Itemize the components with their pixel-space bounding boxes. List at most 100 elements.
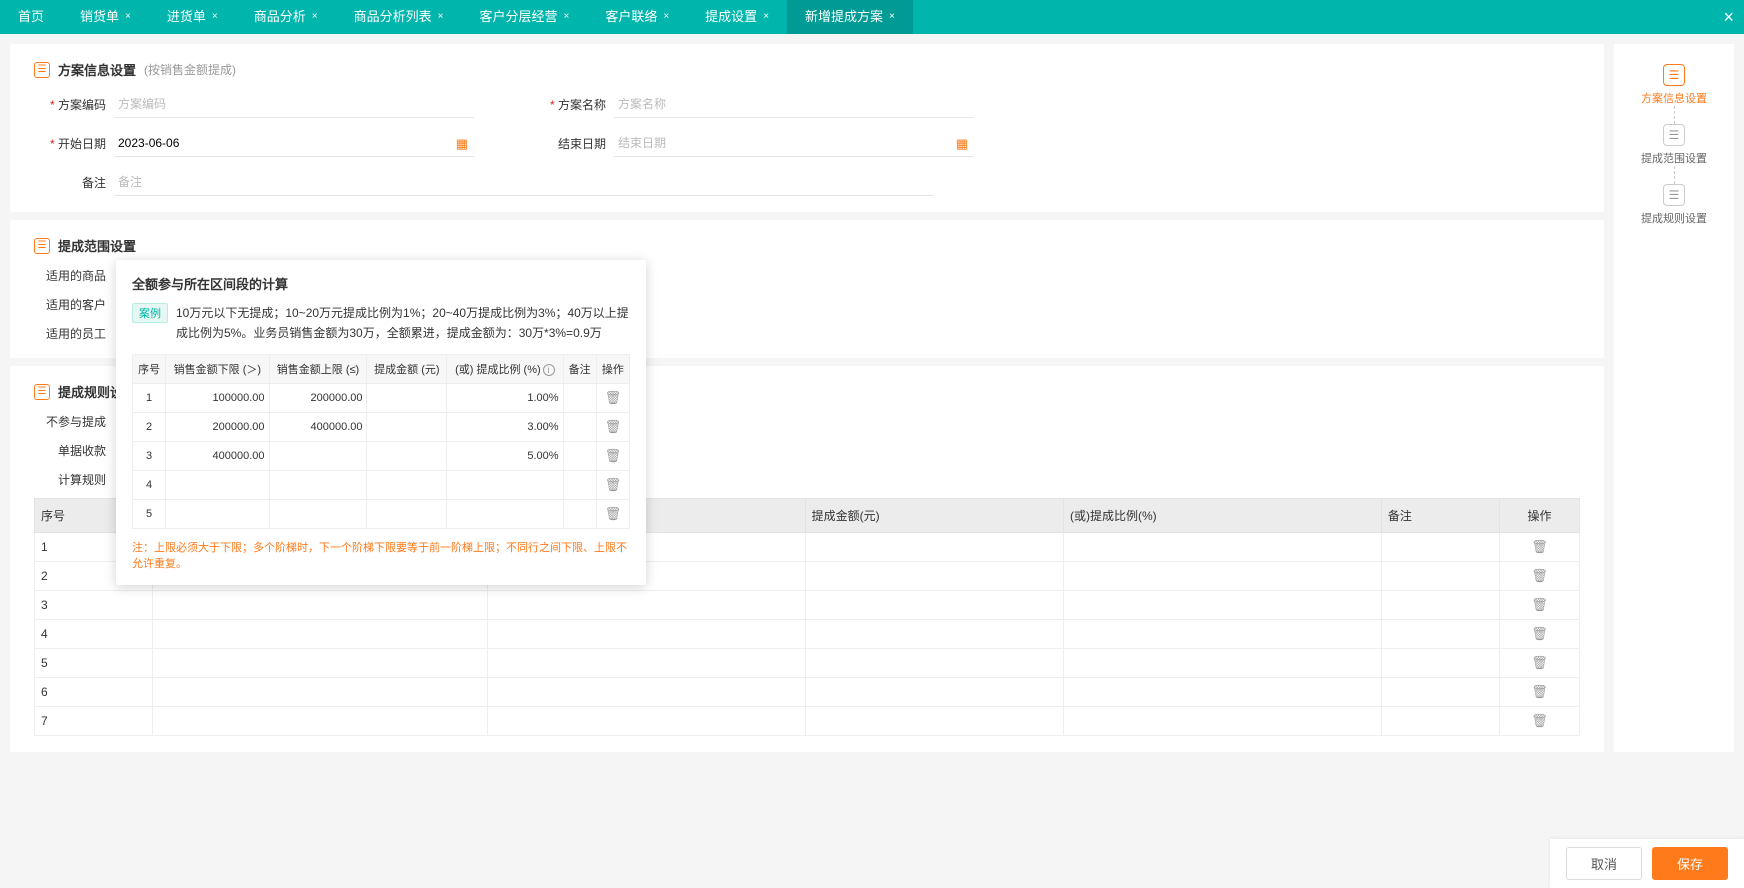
label-remark: 备注 xyxy=(34,174,114,191)
label-scope-customer: 适用的客户 xyxy=(34,296,114,313)
table-row[interactable]: 7🗑 xyxy=(35,707,1580,736)
tab-close-icon[interactable]: × xyxy=(763,0,769,34)
tab-5[interactable]: 客户分层经营× xyxy=(461,0,587,34)
label-rule-single: 单据收款 xyxy=(34,442,114,459)
anchor-label: 提成范围设置 xyxy=(1641,150,1707,166)
tab-7[interactable]: 提成设置× xyxy=(687,0,787,34)
calendar-icon[interactable]: ▦ xyxy=(956,136,968,152)
delete-icon[interactable]: 🗑 xyxy=(1531,713,1548,728)
label-start-date: 开始日期 xyxy=(34,135,114,152)
tab-6[interactable]: 客户联络× xyxy=(587,0,687,34)
close-all-tabs-icon[interactable]: × xyxy=(1723,7,1734,28)
tab-0[interactable]: 首页 xyxy=(0,0,62,34)
anchor-node-2[interactable]: ☰ 提成规则设置 xyxy=(1641,184,1707,226)
anchor-label: 方案信息设置 xyxy=(1641,90,1707,106)
anchor-node-1[interactable]: ☰ 提成范围设置 xyxy=(1641,124,1707,166)
tab-2[interactable]: 进货单× xyxy=(149,0,236,34)
tt-header: 销售金额上限 (≤) xyxy=(269,354,367,383)
panel-title-icon: ☰ xyxy=(34,384,50,400)
tab-label: 商品分析 xyxy=(254,0,306,34)
cell-idx: 7 xyxy=(35,707,153,736)
tab-label: 新增提成方案 xyxy=(805,0,883,34)
table-row[interactable]: 5🗑 xyxy=(35,649,1580,678)
input-start-date[interactable] xyxy=(114,130,474,157)
tab-1[interactable]: 销货单× xyxy=(62,0,149,34)
anchor-icon: ☰ xyxy=(1663,124,1685,146)
tab-close-icon[interactable]: × xyxy=(663,0,669,34)
case-tag: 案例 xyxy=(132,303,168,323)
delete-icon[interactable]: 🗑 xyxy=(605,448,622,463)
cancel-button[interactable]: 取消 xyxy=(1566,847,1642,880)
anchor-label: 提成规则设置 xyxy=(1641,210,1707,226)
tab-8[interactable]: 新增提成方案× xyxy=(787,0,913,34)
label-code: 方案编码 xyxy=(34,96,114,113)
info-icon[interactable]: i xyxy=(543,364,555,376)
case-text: 10万元以下无提成；10~20万元提成比例为1%；20~40万提成比例为3%；4… xyxy=(176,303,630,344)
input-end-date[interactable] xyxy=(614,130,974,157)
table-row: 2200000.00400000.003.00%🗑 xyxy=(133,412,630,441)
tab-label: 客户分层经营 xyxy=(479,0,557,34)
label-scope-goods: 适用的商品 xyxy=(34,267,114,284)
cell-idx: 3 xyxy=(35,591,153,620)
input-remark[interactable] xyxy=(114,169,934,196)
label-end-date: 结束日期 xyxy=(534,135,614,152)
table-row: 1100000.00200000.001.00%🗑 xyxy=(133,383,630,412)
label-scope-employee: 适用的员工 xyxy=(34,325,114,342)
delete-icon[interactable]: 🗑 xyxy=(605,506,622,521)
tab-3[interactable]: 商品分析× xyxy=(236,0,336,34)
example-tooltip: 全额参与所在区间段的计算 案例 10万元以下无提成；10~20万元提成比例为1%… xyxy=(116,260,646,585)
grid-header: 提成金额(元) xyxy=(805,499,1063,533)
calendar-icon[interactable]: ▦ xyxy=(456,136,468,152)
tab-close-icon[interactable]: × xyxy=(212,0,218,34)
delete-icon[interactable]: 🗑 xyxy=(1531,626,1548,641)
tt-header: 提成金额 (元) xyxy=(367,354,447,383)
tab-close-icon[interactable]: × xyxy=(438,0,444,34)
table-row[interactable]: 3🗑 xyxy=(35,591,1580,620)
top-tab-bar: 首页销货单×进货单×商品分析×商品分析列表×客户分层经营×客户联络×提成设置×新… xyxy=(0,0,1744,34)
delete-icon[interactable]: 🗑 xyxy=(1531,568,1548,583)
cell-idx: 4 xyxy=(35,620,153,649)
panel-info-subtitle: (按销售金额提成) xyxy=(144,61,236,78)
anchor-divider xyxy=(1674,106,1675,124)
tab-close-icon[interactable]: × xyxy=(889,0,895,34)
anchor-icon: ☰ xyxy=(1663,64,1685,86)
tab-label: 客户联络 xyxy=(605,0,657,34)
panel-info-title: 方案信息设置 xyxy=(58,60,136,79)
delete-icon[interactable]: 🗑 xyxy=(1531,655,1548,670)
delete-icon[interactable]: 🗑 xyxy=(1531,539,1548,554)
delete-icon[interactable]: 🗑 xyxy=(1531,597,1548,612)
table-row: 5🗑 xyxy=(133,499,630,528)
tab-4[interactable]: 商品分析列表× xyxy=(336,0,462,34)
label-calc-rule: 计算规则 xyxy=(34,471,114,488)
delete-icon[interactable]: 🗑 xyxy=(605,477,622,492)
delete-icon[interactable]: 🗑 xyxy=(605,419,622,434)
tab-label: 提成设置 xyxy=(705,0,757,34)
label-rule-exclude: 不参与提成 xyxy=(34,413,114,430)
input-code[interactable] xyxy=(114,91,474,118)
anchor-nav: ☰ 方案信息设置 ☰ 提成范围设置 ☰ 提成规则设置 xyxy=(1614,44,1734,752)
table-row: 3400000.005.00%🗑 xyxy=(133,441,630,470)
table-row: 4🗑 xyxy=(133,470,630,499)
tab-close-icon[interactable]: × xyxy=(312,0,318,34)
anchor-divider xyxy=(1674,166,1675,184)
cell-idx: 6 xyxy=(35,678,153,707)
grid-header: (或)提成比例(%) xyxy=(1064,499,1382,533)
anchor-node-0[interactable]: ☰ 方案信息设置 xyxy=(1641,64,1707,106)
panel-info: ☰ 方案信息设置 (按销售金额提成) 方案编码 方案名称 开始日期 xyxy=(10,44,1604,212)
tt-header: (或) 提成比例 (%)i xyxy=(447,354,563,383)
panel-scope-title: 提成范围设置 xyxy=(58,236,136,255)
tt-header: 序号 xyxy=(133,354,166,383)
label-name: 方案名称 xyxy=(534,96,614,113)
tab-close-icon[interactable]: × xyxy=(563,0,569,34)
tab-close-icon[interactable]: × xyxy=(125,0,131,34)
tt-header: 操作 xyxy=(596,354,629,383)
save-button[interactable]: 保存 xyxy=(1652,847,1728,880)
table-row[interactable]: 6🗑 xyxy=(35,678,1580,707)
table-row[interactable]: 4🗑 xyxy=(35,620,1580,649)
tooltip-note: 注：上限必须大于下限；多个阶梯时，下一个阶梯下限要等于前一阶梯上限；不同行之间下… xyxy=(132,539,630,571)
tab-label: 进货单 xyxy=(167,0,206,34)
anchor-icon: ☰ xyxy=(1663,184,1685,206)
delete-icon[interactable]: 🗑 xyxy=(605,390,622,405)
input-name[interactable] xyxy=(614,91,974,118)
delete-icon[interactable]: 🗑 xyxy=(1531,684,1548,699)
